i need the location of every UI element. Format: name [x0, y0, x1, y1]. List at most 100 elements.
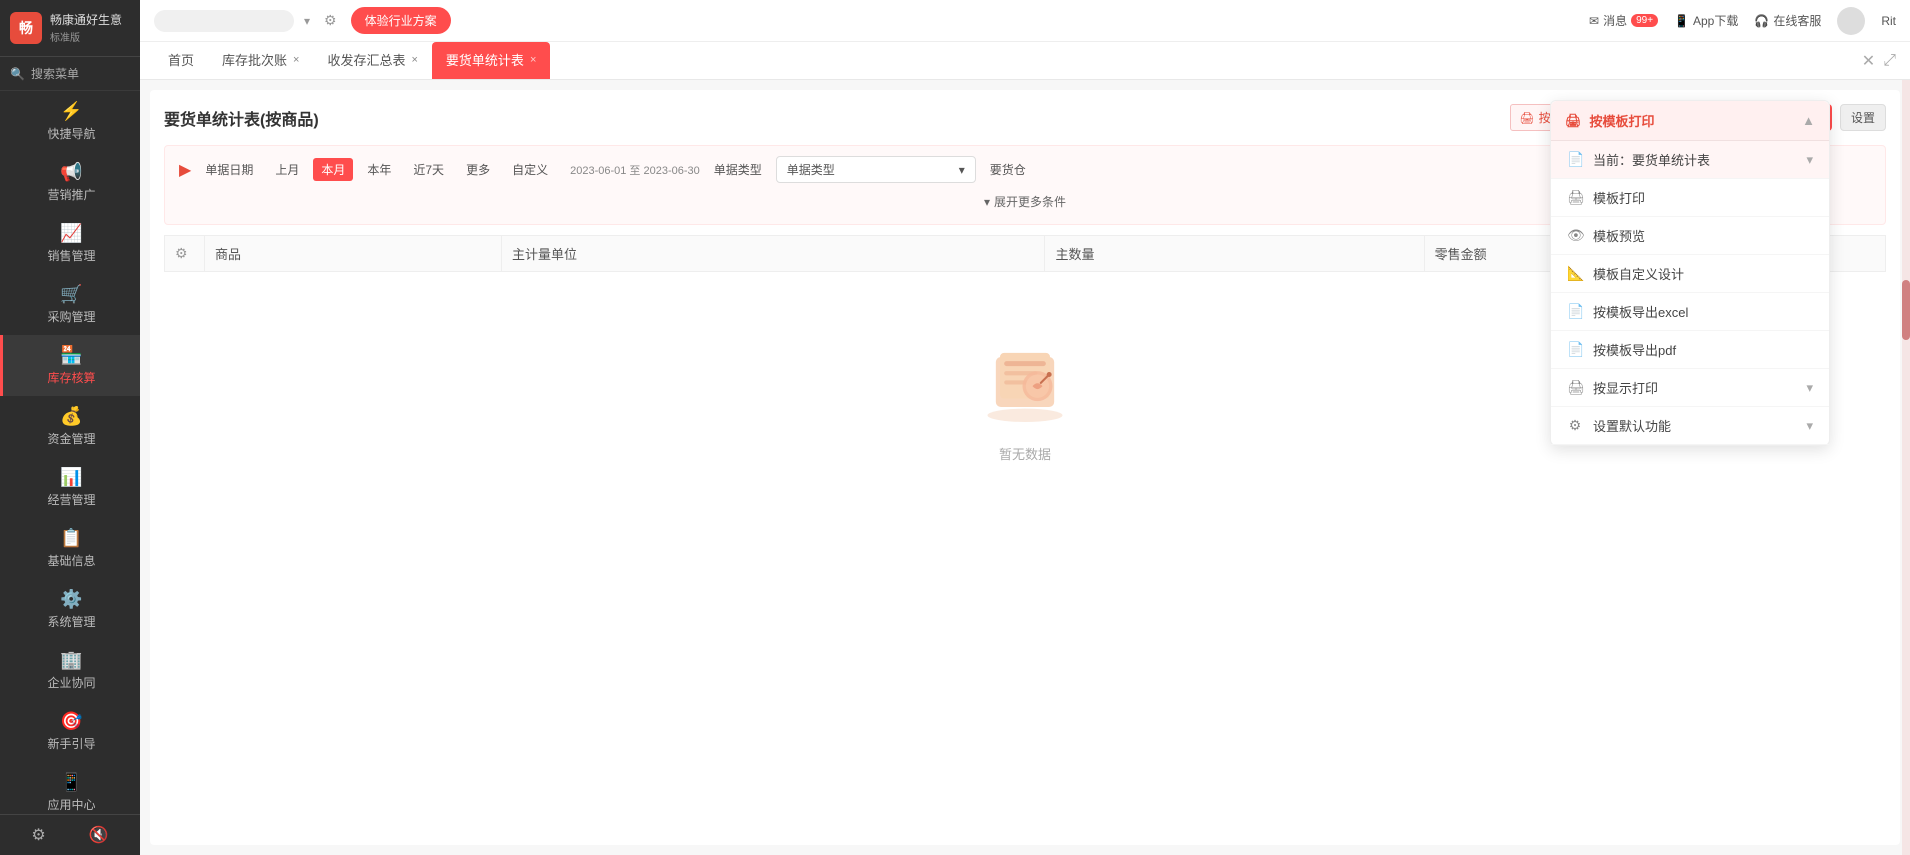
tab-home[interactable]: 首页	[154, 42, 208, 79]
sound-footer-icon[interactable]: 🔇	[89, 825, 109, 845]
expand-more-label: 展开更多条件	[994, 193, 1066, 210]
display-print-chevron: ▾	[1806, 380, 1813, 396]
tab-receipts-summary-close[interactable]: ×	[411, 54, 417, 66]
sidebar-item-inventory[interactable]: 🏪 库存核算	[0, 335, 140, 396]
date-opt-this-month[interactable]: 本月	[313, 158, 353, 181]
right-scrollbar-thumb	[1902, 280, 1910, 340]
dropdown-default-func-left: ⚙ 设置默认功能	[1567, 416, 1671, 435]
tab-inventory-batch[interactable]: 库存批次账 ×	[208, 42, 313, 79]
dropdown-print-icon: 🖨	[1565, 113, 1582, 129]
dropdown-template-preview[interactable]: 👁 模板预览	[1551, 217, 1829, 255]
tab-maximize-icon[interactable]: ⤢	[1883, 52, 1896, 70]
sidebar-item-label: 经营管理	[47, 491, 95, 508]
topbar-chevron-icon[interactable]: ▾	[304, 14, 310, 28]
dropdown-export-excel-label: 按模板导出excel	[1593, 302, 1688, 321]
sidebar-item-label: 企业协同	[47, 674, 95, 691]
th-unit: 主计量单位	[502, 236, 1045, 272]
sidebar-item-label: 快捷导航	[47, 125, 95, 142]
export-excel-icon: 📄	[1567, 303, 1583, 320]
type-filter-label: 单据类型	[714, 161, 762, 178]
date-opt-custom[interactable]: 自定义	[504, 158, 556, 181]
sidebar-item-finance[interactable]: 💰 资金管理	[0, 396, 140, 457]
operations-icon: 📊	[60, 467, 82, 488]
sidebar-item-app-center[interactable]: 📱 应用中心	[0, 762, 140, 814]
empty-state-text: 暂无数据	[999, 444, 1051, 463]
dropdown-export-pdf[interactable]: 📄 按模板导出pdf	[1551, 331, 1829, 369]
dropdown-current-item[interactable]: 📄 当前：要货单统计表 ▾	[1551, 141, 1829, 179]
dropdown-template-print[interactable]: 🖨 模板打印	[1551, 179, 1829, 217]
sidebar-item-operations[interactable]: 📊 经营管理	[0, 457, 140, 518]
th-settings: ⚙	[165, 236, 205, 272]
tab-close-all-icon[interactable]: ✕	[1862, 51, 1875, 71]
dropdown-current-icon: 📄	[1567, 151, 1583, 168]
tab-inventory-batch-close[interactable]: ×	[293, 54, 299, 66]
page-title: 要货单统计表(按商品)	[164, 106, 319, 130]
dropdown-default-func[interactable]: ⚙ 设置默认功能 ▾	[1551, 407, 1829, 445]
date-opt-7days[interactable]: 近7天	[405, 158, 452, 181]
dropdown-current-label: 当前：要货单统计表	[1593, 150, 1710, 169]
table-column-settings-icon[interactable]: ⚙	[175, 245, 188, 261]
settings-footer-icon[interactable]: ⚙	[31, 825, 45, 845]
tab-order-stats-close[interactable]: ×	[530, 54, 536, 66]
dropdown-template-custom[interactable]: 📐 模板自定义设计	[1551, 255, 1829, 293]
tab-bar: 首页 库存批次账 × 收发存汇总表 × 要货单统计表 × ✕ ⤢	[140, 42, 1910, 80]
sidebar-footer: ⚙ 🔇	[0, 814, 140, 855]
sidebar-item-label: 销售管理	[47, 247, 95, 264]
template-preview-icon: 👁	[1567, 227, 1583, 244]
sidebar-item-marketing[interactable]: 📢 营销推广	[0, 152, 140, 213]
th-quantity: 主数量	[1045, 236, 1424, 272]
topbar-search-input[interactable]	[154, 10, 294, 32]
sidebar-item-label: 营销推广	[47, 186, 95, 203]
sidebar-item-label: 基础信息	[47, 552, 95, 569]
sidebar-item-purchase[interactable]: 🛒 采购管理	[0, 274, 140, 335]
service-icon: 🎧	[1754, 14, 1769, 28]
type-select-chevron: ▾	[959, 163, 965, 177]
sidebar-search[interactable]: 🔍 搜索菜单	[0, 57, 140, 91]
sidebar-item-label: 采购管理	[47, 308, 95, 325]
settings-btn[interactable]: 设置	[1840, 104, 1886, 131]
online-service-btn[interactable]: 🎧 在线客服	[1754, 12, 1821, 29]
tab-home-label: 首页	[168, 50, 194, 69]
username: Rit	[1881, 14, 1896, 28]
online-service-label: 在线客服	[1773, 12, 1821, 29]
date-filter-label: 单据日期	[205, 161, 253, 178]
dropdown-template-preview-label: 模板预览	[1593, 226, 1645, 245]
message-label: 消息	[1603, 12, 1627, 29]
print-dropdown-menu: 🖨 按模板打印 ▲ 📄 当前：要货单统计表 ▾ 🖨 模板打印 👁 模板预览 📐 …	[1550, 100, 1830, 446]
sidebar-item-label: 新手引导	[47, 735, 95, 752]
empty-state-illustration	[975, 332, 1075, 432]
topbar-gear-icon[interactable]: ⚙	[324, 12, 337, 29]
experience-btn[interactable]: 体验行业方案	[351, 7, 451, 34]
sidebar-item-system[interactable]: ⚙️ 系统管理	[0, 579, 140, 640]
avatar[interactable]	[1837, 7, 1865, 35]
sidebar-item-quick-nav[interactable]: ⚡ 快捷导航	[0, 91, 140, 152]
export-pdf-icon: 📄	[1567, 341, 1583, 358]
date-opt-this-year[interactable]: 本年	[359, 158, 399, 181]
date-opt-last-month[interactable]: 上月	[267, 158, 307, 181]
sidebar-item-enterprise[interactable]: 🏢 企业协同	[0, 640, 140, 701]
dropdown-export-excel[interactable]: 📄 按模板导出excel	[1551, 293, 1829, 331]
dropdown-current-chevron: ▾	[1806, 152, 1813, 168]
message-badge: 99+	[1631, 14, 1658, 27]
date-range-display: 2023-06-01 至 2023-06-30	[570, 162, 700, 178]
sidebar-item-guide[interactable]: 🎯 新手引导	[0, 701, 140, 762]
sidebar-item-basic-info[interactable]: 📋 基础信息	[0, 518, 140, 579]
date-opt-more[interactable]: 更多	[458, 158, 498, 181]
arrow-expand-icon[interactable]: ▶	[179, 160, 191, 180]
date-options: 上月 本月 本年 近7天 更多 自定义	[267, 158, 556, 181]
dropdown-default-func-label: 设置默认功能	[1593, 416, 1671, 435]
type-select[interactable]: 单据类型 ▾	[776, 156, 976, 183]
tab-order-stats[interactable]: 要货单统计表 ×	[432, 42, 550, 79]
sidebar-item-sales[interactable]: 📈 销售管理	[0, 213, 140, 274]
dropdown-close-chevron[interactable]: ▲	[1802, 113, 1815, 128]
message-btn[interactable]: ✉ 消息 99+	[1589, 12, 1658, 29]
dropdown-display-print[interactable]: 🖨 按显示打印 ▾	[1551, 369, 1829, 407]
sidebar-logo: 畅 畅康通好生意 标准版	[0, 0, 140, 57]
sidebar-item-label: 应用中心	[47, 796, 95, 813]
sidebar-item-label: 库存核算	[47, 369, 95, 386]
app-download-btn[interactable]: 📱 App下载	[1674, 12, 1738, 29]
tab-receipts-summary[interactable]: 收发存汇总表 ×	[313, 42, 431, 79]
dropdown-display-print-left: 🖨 按显示打印	[1567, 378, 1658, 397]
topbar-right: ✉ 消息 99+ 📱 App下载 🎧 在线客服 Rit	[1589, 7, 1896, 35]
right-scrollbar[interactable]	[1902, 80, 1910, 855]
